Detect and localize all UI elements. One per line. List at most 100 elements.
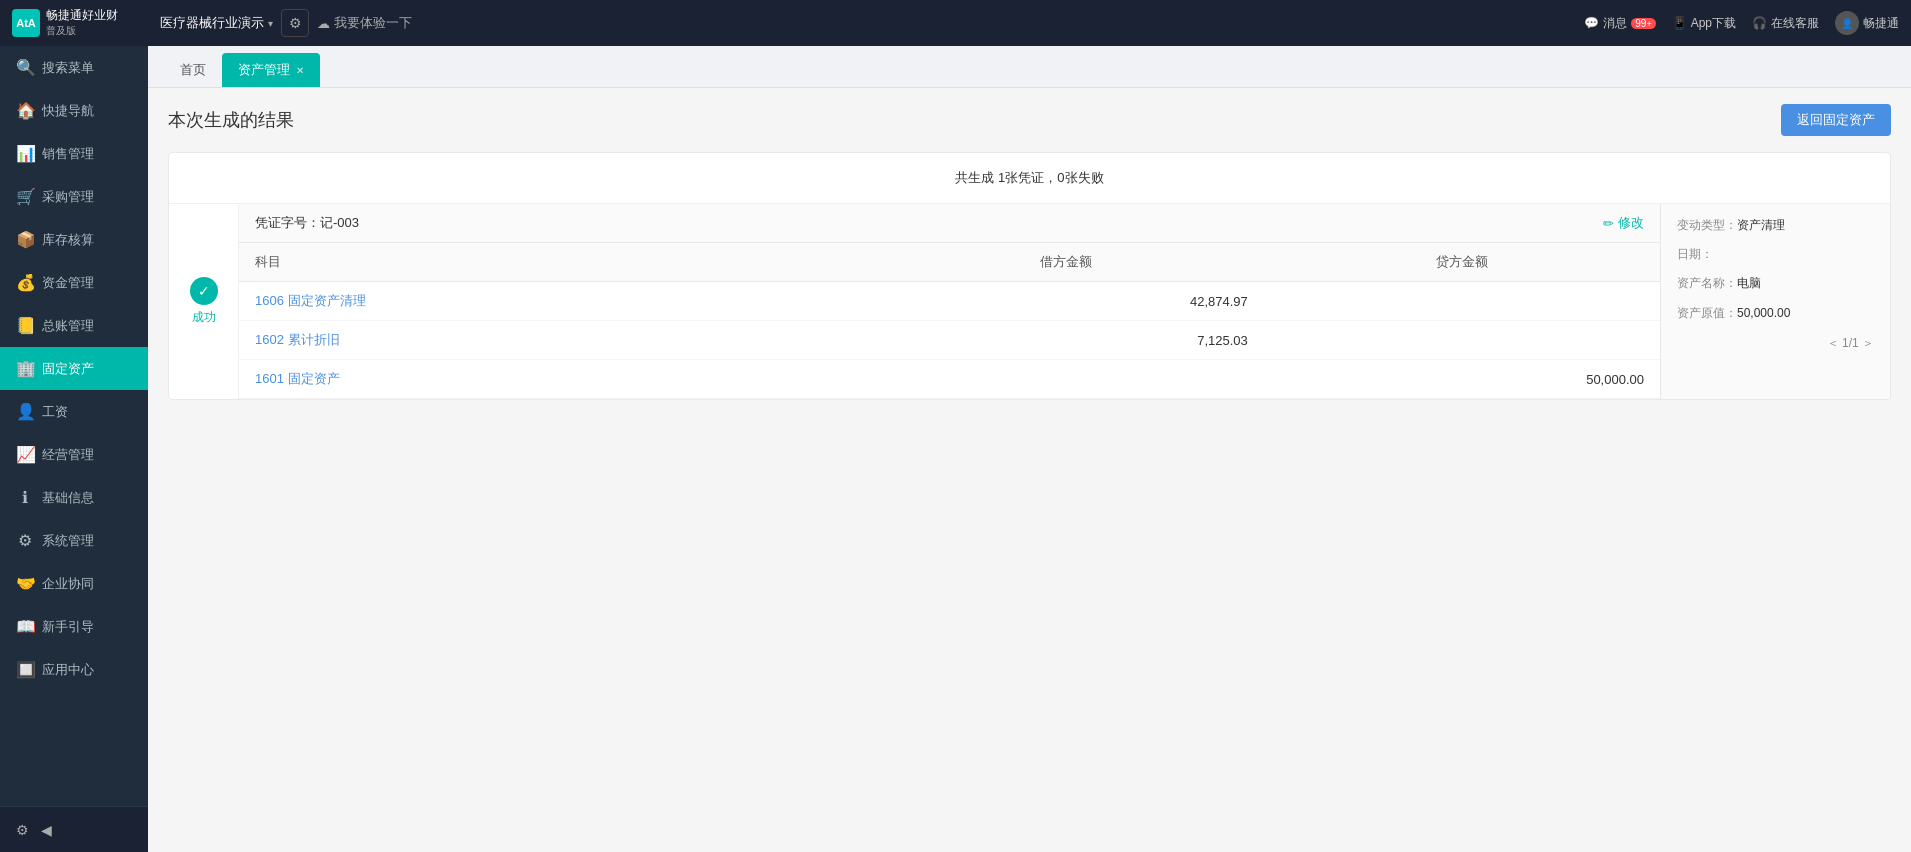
edit-label: 修改: [1618, 214, 1644, 232]
sidebar-item-inventory[interactable]: 📦 库存核算: [0, 218, 148, 261]
sidebar: 🔍 搜索菜单 🏠 快捷导航 📊 销售管理 🛒 采购管理 📦 库存核算 💰: [0, 46, 148, 852]
sidebar-label-basic-info: 基础信息: [42, 489, 94, 507]
tab-bar: 首页 资产管理 ✕: [148, 46, 1911, 88]
online-service-action[interactable]: 🎧 在线客服: [1752, 15, 1819, 32]
sidebar-bottom: ⚙ ◀: [0, 806, 148, 852]
col-subject: 科目: [239, 243, 868, 282]
sidebar-item-app-center[interactable]: 🔲 应用中心: [0, 648, 148, 691]
message-action[interactable]: 💬 消息 99+: [1584, 15, 1655, 32]
edit-button[interactable]: ✏ 修改: [1603, 214, 1644, 232]
app-download-action[interactable]: 📱 App下载: [1672, 15, 1736, 32]
company-selector[interactable]: 医疗器械行业演示 ▾: [160, 14, 273, 32]
purchase-icon: 🛒: [16, 187, 34, 206]
app-center-icon: 🔲: [16, 660, 34, 679]
download-icon: 📱: [1672, 16, 1687, 30]
subject-2: 1602 累计折旧: [239, 321, 868, 360]
table-row: 1601 固定资产 50,000.00: [239, 360, 1660, 399]
subject-link-1[interactable]: 1606 固定资产清理: [255, 293, 366, 308]
edit-icon: ✏: [1603, 216, 1614, 231]
sidebar-item-payroll[interactable]: 👤 工资: [0, 390, 148, 433]
voucher-table-area: 凭证字号：记-003 ✏ 修改 科目 借方金额: [239, 204, 1660, 399]
logo-text: 畅捷通好业财: [46, 8, 118, 24]
cloud-icon: ☁: [317, 16, 330, 31]
voucher-section: ✓ 成功 凭证字号：记-003 ✏ 修改: [169, 204, 1890, 399]
sidebar-label-operations: 经营管理: [42, 446, 94, 464]
result-panel: 共生成 1张凭证，0张失败 ✓ 成功 凭证字号：: [168, 152, 1891, 400]
system-icon: ⚙: [16, 531, 34, 550]
voucher-header: 凭证字号：记-003 ✏ 修改: [239, 204, 1660, 243]
return-button[interactable]: 返回固定资产: [1781, 104, 1891, 136]
company-name: 医疗器械行业演示: [160, 14, 264, 32]
sidebar-item-operations[interactable]: 📈 经营管理: [0, 433, 148, 476]
sidebar-label-quick-nav: 快捷导航: [42, 102, 94, 120]
sidebar-item-quick-nav[interactable]: 🏠 快捷导航: [0, 89, 148, 132]
sidebar-item-purchase[interactable]: 🛒 采购管理: [0, 175, 148, 218]
sales-icon: 📊: [16, 144, 34, 163]
sidebar-item-system[interactable]: ⚙ 系统管理: [0, 519, 148, 562]
sidebar-item-fixed-assets[interactable]: 🏢 固定资产: [0, 347, 148, 390]
home-icon: 🏠: [16, 101, 34, 120]
payroll-icon: 👤: [16, 402, 34, 421]
sidebar-label-system: 系统管理: [42, 532, 94, 550]
sidebar-item-ledger[interactable]: 📒 总账管理: [0, 304, 148, 347]
search-icon: 🔍: [16, 58, 34, 77]
tab-home[interactable]: 首页: [164, 53, 222, 87]
collapse-icon[interactable]: ◀: [41, 822, 52, 838]
subject-link-3[interactable]: 1601 固定资产: [255, 371, 340, 386]
tab-asset-management-label: 资产管理: [238, 61, 290, 79]
sidebar-label-search: 搜索菜单: [42, 59, 94, 77]
experience-btn[interactable]: ☁ 我要体验一下: [317, 14, 412, 32]
avatar: 👤: [1835, 11, 1859, 35]
asset-name-label: 资产名称：: [1677, 274, 1737, 293]
settings-icon[interactable]: ⚙: [281, 9, 309, 37]
message-badge: 99+: [1631, 18, 1655, 29]
col-debit: 借方金额: [868, 243, 1264, 282]
tab-asset-management[interactable]: 资产管理 ✕: [222, 53, 320, 87]
logo-sub: 普及版: [46, 24, 118, 38]
enterprise-icon: 🤝: [16, 574, 34, 593]
debit-2: 7,125.03: [868, 321, 1264, 360]
sidebar-item-guide[interactable]: 📖 新手引导: [0, 605, 148, 648]
success-icon: ✓: [190, 277, 218, 305]
info-original-value: 资产原值： 50,000.00: [1677, 304, 1874, 323]
inventory-icon: 📦: [16, 230, 34, 249]
fixed-assets-icon: 🏢: [16, 359, 34, 378]
sidebar-label-ledger: 总账管理: [42, 317, 94, 335]
page-title-bar: 本次生成的结果 返回固定资产: [168, 104, 1891, 136]
status-label: 成功: [192, 309, 216, 326]
sidebar-scroll: 🔍 搜索菜单 🏠 快捷导航 📊 销售管理 🛒 采购管理 📦 库存核算 💰: [0, 46, 148, 806]
sidebar-item-finance[interactable]: 💰 资金管理: [0, 261, 148, 304]
debit-3: [868, 360, 1264, 399]
content-area: 首页 资产管理 ✕ 本次生成的结果 返回固定资产 共生成 1张凭证，0张失败: [148, 46, 1911, 852]
service-icon: 🎧: [1752, 16, 1767, 30]
table-header-row: 科目 借方金额 贷方金额: [239, 243, 1660, 282]
sidebar-label-purchase: 采购管理: [42, 188, 94, 206]
sidebar-item-enterprise[interactable]: 🤝 企业协同: [0, 562, 148, 605]
info-change-type: 变动类型： 资产清理: [1677, 216, 1874, 235]
original-value-value: 50,000.00: [1737, 304, 1790, 323]
info-date: 日期：: [1677, 245, 1874, 264]
sidebar-label-app-center: 应用中心: [42, 661, 94, 679]
date-label: 日期：: [1677, 245, 1733, 264]
next-icon[interactable]: ＞: [1862, 336, 1874, 350]
change-type-value: 资产清理: [1737, 216, 1785, 235]
basic-info-icon: ℹ: [16, 488, 34, 507]
sidebar-label-guide: 新手引导: [42, 618, 94, 636]
app-download-label: App下载: [1691, 15, 1736, 32]
top-header: AtA 畅捷通好业财 普及版 医疗器械行业演示 ▾ ⚙ ☁ 我要体验一下 💬 消…: [0, 0, 1911, 46]
settings-bottom-icon[interactable]: ⚙: [16, 822, 29, 838]
sidebar-label-enterprise: 企业协同: [42, 575, 94, 593]
table-row: 1602 累计折旧 7,125.03: [239, 321, 1660, 360]
message-icon: 💬: [1584, 16, 1599, 30]
user-info[interactable]: 👤 畅捷通: [1835, 11, 1899, 35]
sidebar-label-inventory: 库存核算: [42, 231, 94, 249]
right-info-panel: 变动类型： 资产清理 日期： 资产名称： 电脑 资产原值：: [1660, 204, 1890, 399]
sidebar-item-sales[interactable]: 📊 销售管理: [0, 132, 148, 175]
tab-close-icon[interactable]: ✕: [296, 65, 304, 76]
online-service-label: 在线客服: [1771, 15, 1819, 32]
prev-icon[interactable]: ＜: [1827, 336, 1839, 350]
sidebar-item-search[interactable]: 🔍 搜索菜单: [0, 46, 148, 89]
header-right: 💬 消息 99+ 📱 App下载 🎧 在线客服 👤 畅捷通: [1584, 11, 1899, 35]
subject-link-2[interactable]: 1602 累计折旧: [255, 332, 340, 347]
sidebar-item-basic-info[interactable]: ℹ 基础信息: [0, 476, 148, 519]
